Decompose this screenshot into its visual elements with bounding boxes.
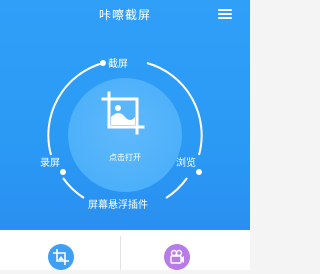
browse-option[interactable]: 浏览	[176, 154, 196, 169]
tab-divider	[120, 236, 121, 270]
center-action-label: 点击打开	[109, 153, 141, 162]
record-option[interactable]: 录屏	[40, 154, 60, 169]
crop-icon[interactable]	[48, 244, 74, 270]
crop-image-icon	[101, 91, 145, 135]
screenshot-option[interactable]: 截屏	[108, 55, 128, 70]
video-camera-icon[interactable]	[164, 244, 190, 270]
bottom-tab-bar	[0, 230, 250, 270]
hero-panel: 咔嚓截屏 点击打开 截屏 录屏 浏览 屏幕悬浮插件	[0, 0, 250, 230]
floating-plugin-option[interactable]: 屏幕悬浮插件	[88, 196, 148, 211]
